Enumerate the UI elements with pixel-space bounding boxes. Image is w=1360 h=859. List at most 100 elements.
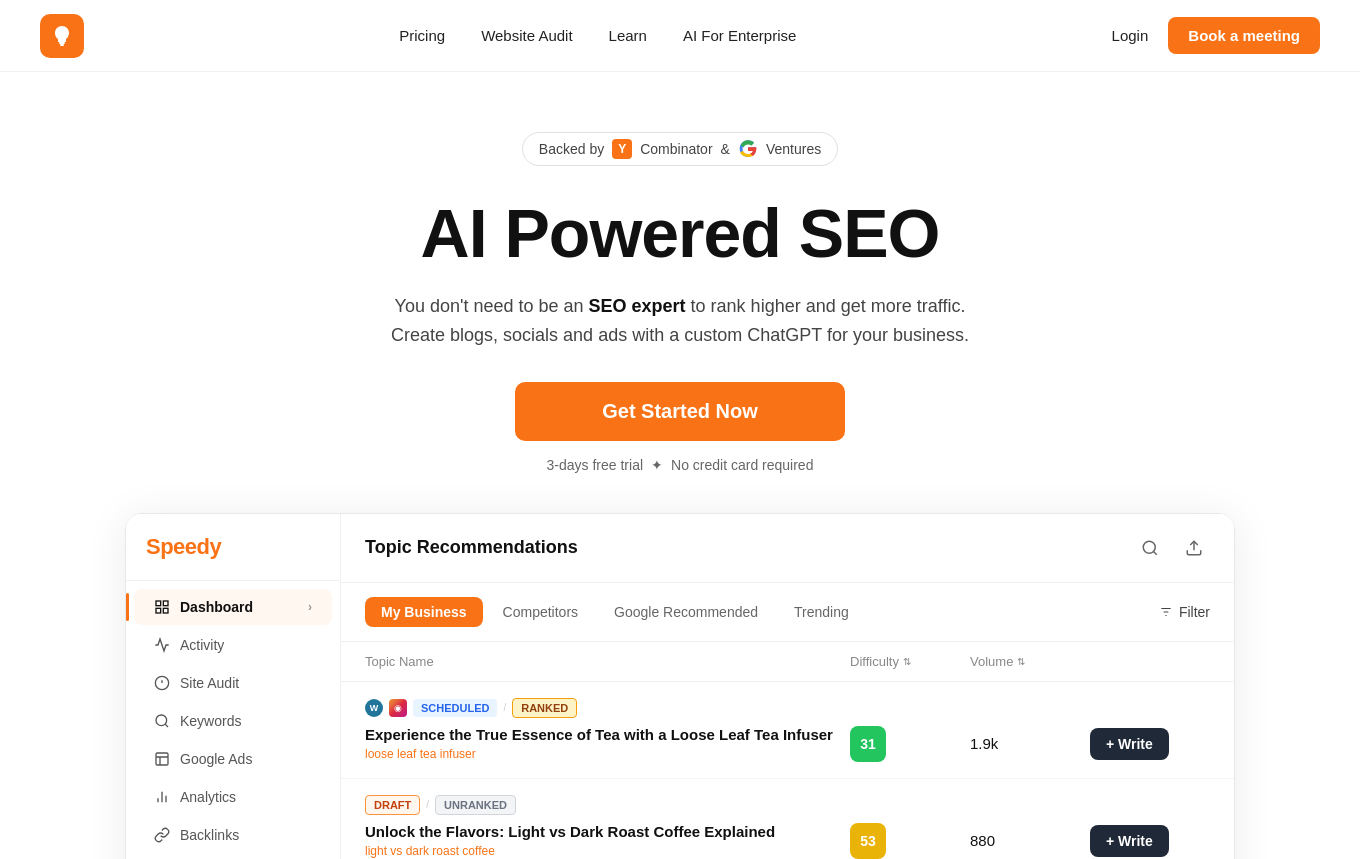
yc-icon: Y [612,139,632,159]
svg-rect-11 [156,753,168,765]
nav-links: Pricing Website Audit Learn AI For Enter… [399,27,796,44]
badge-separator: & [721,141,730,157]
sidebar-item-activity[interactable]: Activity [134,627,332,663]
search-icon [1141,539,1159,557]
tabs: My Business Competitors Google Recommend… [365,597,865,627]
row-keyword: loose leaf tea infuser [365,747,850,761]
row-title-section: Experience the True Essence of Tea with … [365,726,850,761]
col-topic-name: Topic Name [365,654,850,669]
sidebar-item-keywords[interactable]: Keywords [134,703,332,739]
login-button[interactable]: Login [1112,27,1149,44]
tab-competitors[interactable]: Competitors [487,597,594,627]
main-content: Topic Recommendations My Business Compet… [341,514,1234,859]
sort-icon-2: ⇅ [1017,656,1025,667]
write-button[interactable]: + Write [1090,728,1169,760]
col-difficulty[interactable]: Difficulty ⇅ [850,654,970,669]
sidebar-divider [126,580,340,581]
cta-sub: 3-days free trial ✦ No credit card requi… [20,457,1340,473]
badge-divider-2: / [426,799,429,810]
svg-line-10 [165,724,168,727]
wp-icon: W [365,699,383,717]
keywords-icon [154,713,170,729]
svg-line-22 [1153,551,1156,554]
table-row: W ◉ SCHEDULED / RANKED Experience the Tr… [341,682,1234,779]
volume-cell: 1.9k [970,735,1090,752]
volume-cell-2: 880 [970,832,1090,849]
svg-rect-2 [156,601,161,606]
table-header: Topic Name Difficulty ⇅ Volume ⇅ [341,642,1234,682]
main-title: Topic Recommendations [365,537,578,558]
row-data-2: Unlock the Flavors: Light vs Dark Roast … [365,823,1210,859]
row-badges: W ◉ SCHEDULED / RANKED [365,698,1210,718]
svg-rect-3 [163,601,168,606]
search-button[interactable] [1134,532,1166,564]
svg-rect-5 [163,608,168,613]
sidebar-label-site-audit: Site Audit [180,675,239,691]
trial-text: 3-days free trial [547,457,643,473]
nav-website-audit[interactable]: Website Audit [481,27,572,44]
svg-rect-1 [60,44,64,46]
nav-learn[interactable]: Learn [609,27,647,44]
sidebar-label-backlinks: Backlinks [180,827,239,843]
google-icon [738,139,758,159]
sidebar-item-backlinks[interactable]: Backlinks [134,817,332,853]
sidebar-item-integrations[interactable]: Integrations [134,855,332,859]
svg-rect-4 [156,608,161,613]
sidebar-item-site-audit[interactable]: Site Audit [134,665,332,701]
sidebar-item-google-ads[interactable]: Google Ads [134,741,332,777]
row-title-2: Unlock the Flavors: Light vs Dark Roast … [365,823,850,840]
sidebar-label-keywords: Keywords [180,713,241,729]
badge-prefix: Backed by [539,141,604,157]
sidebar-label-activity: Activity [180,637,224,653]
dashboard-icon [154,599,170,615]
difficulty-badge: 31 [850,726,886,762]
backer-badge: Backed by Y Combinator & Ventures [522,132,838,166]
col-volume[interactable]: Volume ⇅ [970,654,1090,669]
navbar: Pricing Website Audit Learn AI For Enter… [0,0,1360,72]
tab-trending[interactable]: Trending [778,597,865,627]
write-cell: + Write [1090,728,1210,760]
main-header: Topic Recommendations [341,514,1234,583]
svg-point-9 [156,715,167,726]
sidebar-label-analytics: Analytics [180,789,236,805]
tabs-row: My Business Competitors Google Recommend… [341,583,1234,642]
difficulty-cell: 31 [850,726,970,762]
sidebar-item-dashboard[interactable]: Dashboard › [134,589,332,625]
difficulty-cell-2: 53 [850,823,970,859]
nav-ai-enterprise[interactable]: AI For Enterprise [683,27,796,44]
svg-point-21 [1143,541,1155,553]
app-preview: Speedy Dashboard › Activity Site Audit [125,513,1235,859]
write-button-2[interactable]: + Write [1090,825,1169,857]
logo-icon [50,24,74,48]
cta-button[interactable]: Get Started Now [515,382,845,441]
google-ads-icon [154,751,170,767]
backlinks-icon [154,827,170,843]
row-badges-2: DRAFT / UNRANKED [365,795,1210,815]
badge-draft: DRAFT [365,795,420,815]
sidebar-label-dashboard: Dashboard [180,599,253,615]
sidebar-label-google-ads: Google Ads [180,751,252,767]
export-button[interactable] [1178,532,1210,564]
sidebar-item-analytics[interactable]: Analytics [134,779,332,815]
difficulty-badge-2: 53 [850,823,886,859]
hero-section: Backed by Y Combinator & Ventures AI Pow… [0,72,1360,513]
sidebar-logo: Speedy [126,534,340,580]
export-icon [1185,539,1203,557]
tab-google-recommended[interactable]: Google Recommended [598,597,774,627]
filter-button[interactable]: Filter [1159,604,1210,620]
nav-right: Login Book a meeting [1112,17,1320,54]
book-meeting-button[interactable]: Book a meeting [1168,17,1320,54]
write-cell-2: + Write [1090,825,1210,857]
tab-my-business[interactable]: My Business [365,597,483,627]
chevron-right-icon: › [308,600,312,614]
ig-icon: ◉ [389,699,407,717]
table-row: DRAFT / UNRANKED Unlock the Flavors: Lig… [341,779,1234,859]
sort-icon: ⇅ [903,656,911,667]
badge-ranked: RANKED [512,698,577,718]
row-title: Experience the True Essence of Tea with … [365,726,850,743]
badge-scheduled: SCHEDULED [413,699,497,717]
nav-pricing[interactable]: Pricing [399,27,445,44]
header-icons [1134,532,1210,564]
hero-subtitle: You don't need to be an SEO expert to ra… [20,292,1340,350]
logo[interactable] [40,14,84,58]
